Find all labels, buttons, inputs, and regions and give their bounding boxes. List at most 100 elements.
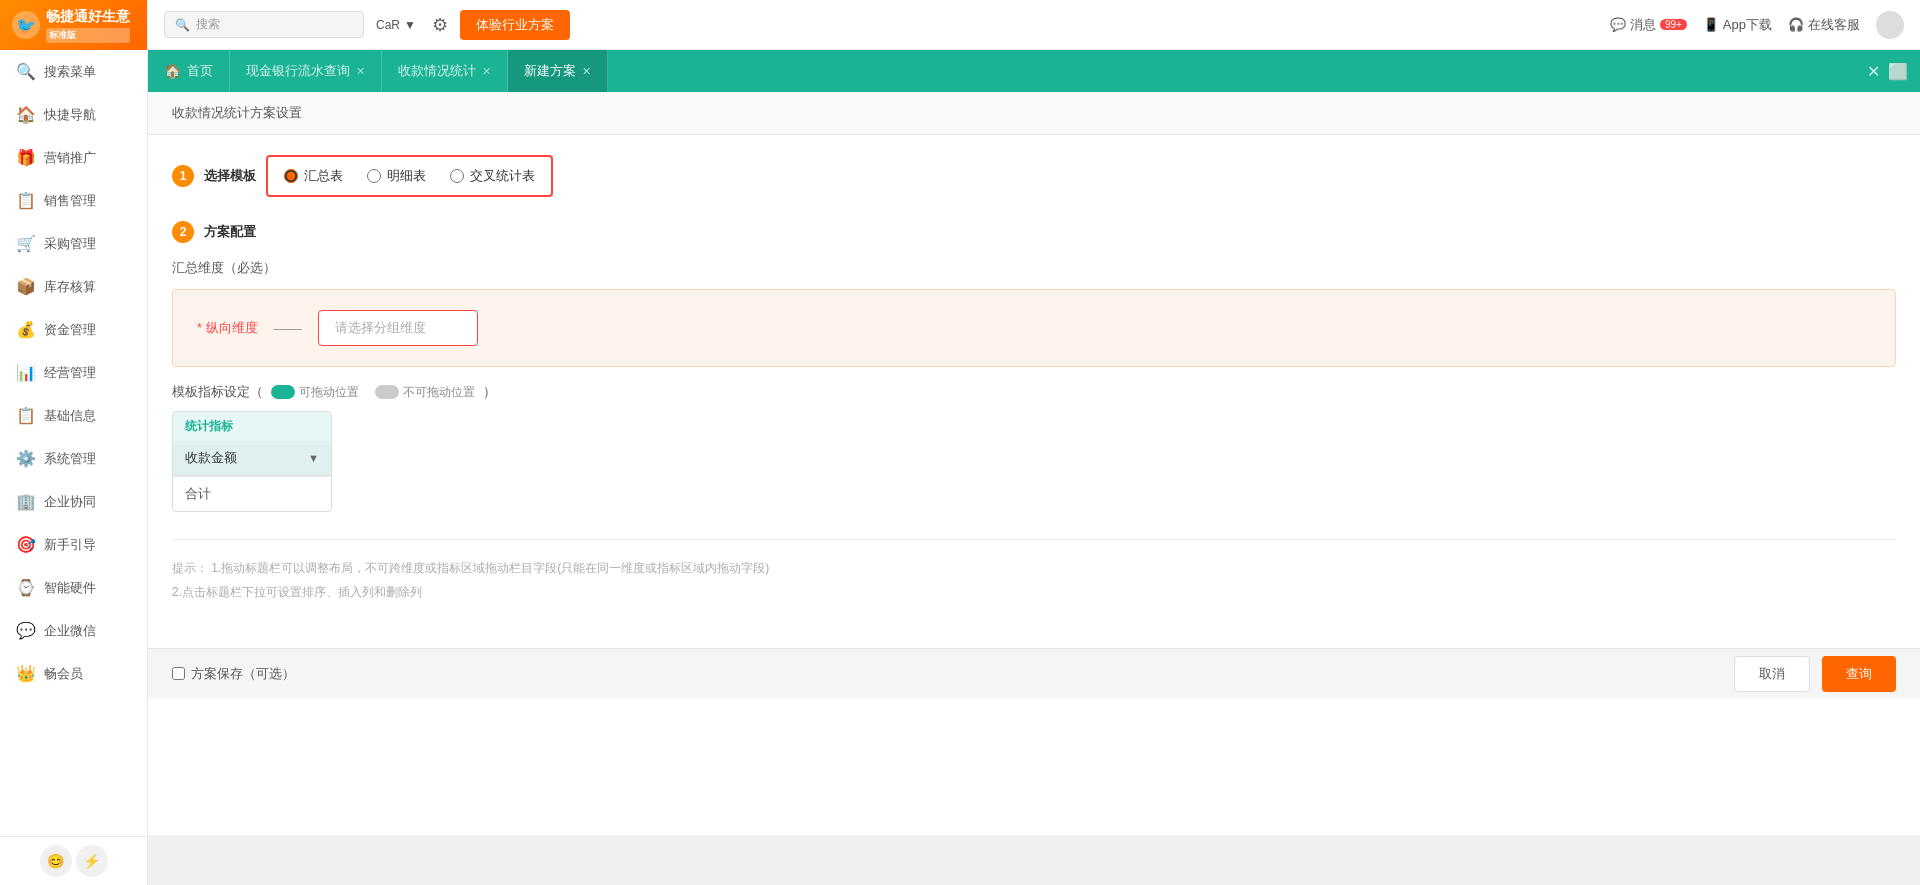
tab-new-plan-label: 新建方案 <box>524 62 576 80</box>
sidebar-item-label: 企业协同 <box>44 493 96 511</box>
step2-title: 方案配置 <box>204 223 256 241</box>
dimension-arrow-icon: —— <box>274 320 302 336</box>
stats-table-header: 统计指标 <box>173 412 331 441</box>
sidebar-item-marketing[interactable]: 🎁 营销推广 <box>0 136 147 179</box>
dimension-select[interactable]: 请选择分组维度 <box>318 310 478 346</box>
template-cross-option[interactable]: 交叉统计表 <box>450 167 535 185</box>
template-summary-label: 汇总表 <box>304 167 343 185</box>
guide-icon: 🎯 <box>16 535 36 554</box>
sidebar-item-search-menu[interactable]: 🔍 搜索菜单 <box>0 50 147 93</box>
stats-col-header[interactable]: 收款金额 ▼ <box>173 441 331 476</box>
tab-collection-close[interactable]: ✕ <box>482 65 491 78</box>
sidebar-item-label: 营销推广 <box>44 149 96 167</box>
query-button[interactable]: 查询 <box>1822 656 1896 692</box>
template-summary-radio[interactable] <box>284 169 298 183</box>
maximize-icon[interactable]: ⬜ <box>1888 62 1908 81</box>
sidebar-item-enterprise[interactable]: 🏢 企业协同 <box>0 480 147 523</box>
sales-icon: 📋 <box>16 191 36 210</box>
save-option[interactable]: 方案保存（可选） <box>172 665 295 683</box>
dropdown-text: CaR <box>376 18 400 32</box>
notification-item[interactable]: 💬 消息 99+ <box>1610 16 1687 34</box>
sidebar-item-operations[interactable]: 📊 经营管理 <box>0 351 147 394</box>
sidebar-item-wechat[interactable]: 💬 企业微信 <box>0 609 147 652</box>
purchase-icon: 🛒 <box>16 234 36 253</box>
metrics-label: 模板指标设定（ <box>172 383 263 401</box>
hardware-icon: ⌚ <box>16 578 36 597</box>
sidebar-item-system[interactable]: ⚙️ 系统管理 <box>0 437 147 480</box>
logo-badge: 标准版 <box>46 28 130 43</box>
breadcrumb-text: 收款情况统计方案设置 <box>172 105 302 120</box>
dimension-area: 纵向维度 —— 请选择分组维度 <box>172 289 1896 367</box>
sidebar-item-label: 采购管理 <box>44 235 96 253</box>
metrics-label-suffix: ） <box>483 383 496 401</box>
app-download-label: App下载 <box>1723 16 1772 34</box>
tab-home-label: 首页 <box>187 62 213 80</box>
tab-collection-label: 收款情况统计 <box>398 62 476 80</box>
dimension-row: 纵向维度 —— 请选择分组维度 <box>197 310 1871 346</box>
online-service-label: 在线客服 <box>1808 16 1860 34</box>
industry-button[interactable]: 体验行业方案 <box>460 10 570 40</box>
stats-table: 统计指标 收款金额 ▼ 合计 <box>172 411 332 512</box>
topbar-right: 💬 消息 99+ 📱 App下载 🎧 在线客服 <box>1610 11 1904 39</box>
sidebar-item-basic-info[interactable]: 📋 基础信息 <box>0 394 147 437</box>
template-cross-radio[interactable] <box>450 169 464 183</box>
tab-new-plan-close[interactable]: ✕ <box>582 65 591 78</box>
template-summary-option[interactable]: 汇总表 <box>284 167 343 185</box>
sidebar-item-inventory[interactable]: 📦 库存核算 <box>0 265 147 308</box>
sidebar-item-label: 系统管理 <box>44 450 96 468</box>
sidebar-item-finance[interactable]: 💰 资金管理 <box>0 308 147 351</box>
online-service-item[interactable]: 🎧 在线客服 <box>1788 16 1860 34</box>
step2-section: 2 方案配置 汇总维度（必选） 纵向维度 —— 请选择分组维度 <box>172 221 1896 604</box>
close-window-icon[interactable]: ✕ <box>1867 62 1880 81</box>
notification-label: 消息 <box>1630 16 1656 34</box>
tab-cash-bank-close[interactable]: ✕ <box>356 65 365 78</box>
sidebar-item-label: 库存核算 <box>44 278 96 296</box>
sidebar-item-label: 搜索菜单 <box>44 63 96 81</box>
template-detail-radio[interactable] <box>367 169 381 183</box>
operations-icon: 📊 <box>16 363 36 382</box>
main-area: 🔍 搜索 CaR ▼ ⚙ 体验行业方案 💬 消息 99+ 📱 App下载 🎧 在… <box>148 0 1920 885</box>
page-body: 1 选择模板 汇总表 明细表 <box>148 135 1920 648</box>
sidebar-item-label: 新手引导 <box>44 536 96 554</box>
template-cross-label: 交叉统计表 <box>470 167 535 185</box>
template-options: 汇总表 明细表 交叉统计表 <box>266 155 553 197</box>
sidebar-bottom-icon-1[interactable]: 😊 <box>40 845 72 877</box>
save-checkbox[interactable] <box>172 667 185 680</box>
sidebar-item-label: 基础信息 <box>44 407 96 425</box>
step1-section: 1 选择模板 汇总表 明细表 <box>172 155 1896 197</box>
home-tab-icon: 🏠 <box>164 63 181 79</box>
search-box[interactable]: 🔍 搜索 <box>164 11 364 38</box>
drag-active-indicator <box>271 385 295 399</box>
sidebar-item-label: 畅会员 <box>44 665 83 683</box>
app-download-item[interactable]: 📱 App下载 <box>1703 16 1772 34</box>
sidebar-item-member[interactable]: 👑 畅会员 <box>0 652 147 695</box>
tab-home[interactable]: 🏠 首页 <box>148 50 230 92</box>
non-draggable-legend-item: 不可拖动位置 <box>375 384 475 401</box>
sidebar-item-sales[interactable]: 📋 销售管理 <box>0 179 147 222</box>
stats-col-name: 收款金额 <box>185 449 237 467</box>
enterprise-icon: 🏢 <box>16 492 36 511</box>
gear-icon[interactable]: ⚙ <box>432 14 448 36</box>
topbar: 🔍 搜索 CaR ▼ ⚙ 体验行业方案 💬 消息 99+ 📱 App下载 🎧 在… <box>148 0 1920 50</box>
sidebar-bottom-icon-2[interactable]: ⚡ <box>76 845 108 877</box>
tab-cash-bank[interactable]: 现金银行流水查询 ✕ <box>230 50 382 92</box>
sidebar-item-purchase[interactable]: 🛒 采购管理 <box>0 222 147 265</box>
bottom-buttons: 取消 查询 <box>1734 656 1896 692</box>
sidebar-item-label: 智能硬件 <box>44 579 96 597</box>
stats-col-chevron-icon: ▼ <box>308 452 319 464</box>
tab-new-plan[interactable]: 新建方案 ✕ <box>508 50 608 92</box>
basic-info-icon: 📋 <box>16 406 36 425</box>
sidebar-item-quick-nav[interactable]: 🏠 快捷导航 <box>0 93 147 136</box>
step1-title: 选择模板 <box>204 167 256 185</box>
user-avatar[interactable] <box>1876 11 1904 39</box>
sidebar-item-hardware[interactable]: ⌚ 智能硬件 <box>0 566 147 609</box>
system-icon: ⚙️ <box>16 449 36 468</box>
vertical-dimension-label: 纵向维度 <box>197 319 258 337</box>
sidebar-item-guide[interactable]: 🎯 新手引导 <box>0 523 147 566</box>
draggable-legend-item: 可拖动位置 <box>271 384 359 401</box>
topbar-dropdown[interactable]: CaR ▼ <box>376 18 416 32</box>
sidebar: 🐦 畅捷通好生意 标准版 🔍 搜索菜单 🏠 快捷导航 🎁 营销推广 📋 销售管理… <box>0 0 148 885</box>
cancel-button[interactable]: 取消 <box>1734 656 1810 692</box>
template-detail-option[interactable]: 明细表 <box>367 167 426 185</box>
tab-collection[interactable]: 收款情况统计 ✕ <box>382 50 508 92</box>
